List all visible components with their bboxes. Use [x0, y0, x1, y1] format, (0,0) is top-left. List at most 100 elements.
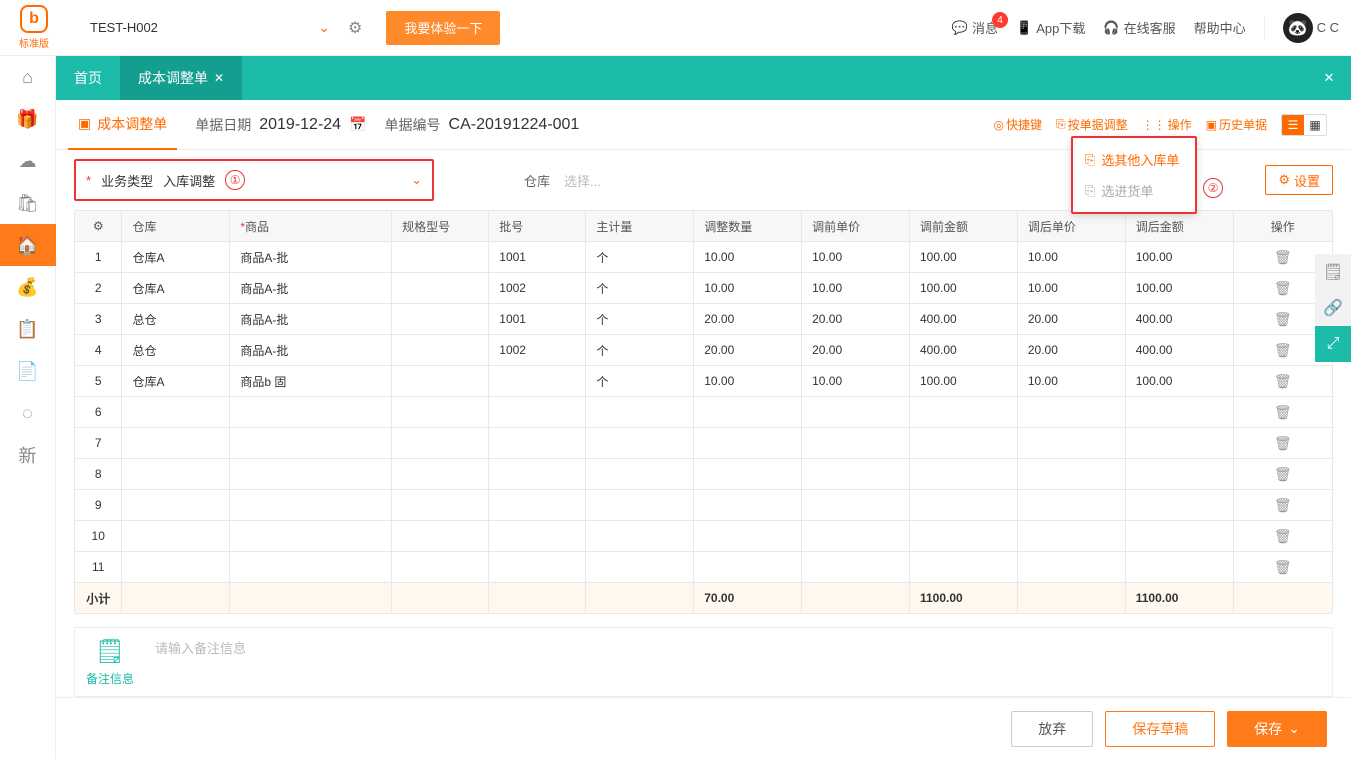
cell-product[interactable] — [230, 552, 392, 583]
cell-qty[interactable] — [694, 428, 802, 459]
nav-loading-icon[interactable]: ◌ — [0, 392, 56, 434]
delete-row-icon[interactable]: 🗑 — [1274, 249, 1292, 265]
business-type-field[interactable]: * 业务类型 入库调整 ① ⌄ — [74, 159, 434, 201]
cell-warehouse[interactable] — [122, 397, 230, 428]
cell-batch[interactable]: 1002 — [489, 335, 586, 366]
table-row[interactable]: 8🗑 — [75, 459, 1333, 490]
cell-price-before[interactable]: 20.00 — [802, 304, 910, 335]
nav-money-icon[interactable]: 💰 — [0, 266, 56, 308]
hdr-qty[interactable]: 调整数量 — [694, 211, 802, 242]
hdr-price-before[interactable]: 调前单价 — [802, 211, 910, 242]
cell-price-before[interactable] — [802, 490, 910, 521]
save-button[interactable]: 保存 ⌄ — [1227, 711, 1327, 747]
table-row[interactable]: 4总仓商品A-批1002个20.0020.00400.0020.00400.00… — [75, 335, 1333, 366]
remark-input[interactable] — [145, 628, 1332, 696]
logo[interactable]: b 标准版 — [12, 5, 56, 50]
cell-batch[interactable] — [489, 428, 586, 459]
cell-batch[interactable] — [489, 490, 586, 521]
cell-price-after[interactable]: 10.00 — [1017, 242, 1125, 273]
discard-button[interactable]: 放弃 — [1011, 711, 1093, 747]
cell-price-before[interactable] — [802, 521, 910, 552]
cell-warehouse[interactable] — [122, 521, 230, 552]
messages-link[interactable]: 💬 消息 4 — [952, 18, 998, 37]
cell-price-before[interactable]: 20.00 — [802, 335, 910, 366]
calendar-icon[interactable]: 📅 — [349, 116, 366, 133]
cell-amount-after[interactable] — [1125, 490, 1233, 521]
cell-unit[interactable] — [586, 552, 694, 583]
nav-cloud-icon[interactable]: ☁ — [0, 140, 56, 182]
hdr-price-after[interactable]: 调后单价 — [1017, 211, 1125, 242]
cell-amount-before[interactable]: 400.00 — [909, 304, 1017, 335]
cell-price-after[interactable] — [1017, 428, 1125, 459]
cell-price-before[interactable] — [802, 428, 910, 459]
cell-price-after[interactable] — [1017, 552, 1125, 583]
cell-batch[interactable] — [489, 459, 586, 490]
hdr-amount-after[interactable]: 调后金额 — [1125, 211, 1233, 242]
cell-amount-before[interactable] — [909, 521, 1017, 552]
cell-product[interactable]: 商品A-批 — [230, 304, 392, 335]
cell-qty[interactable]: 20.00 — [694, 335, 802, 366]
warehouse-field[interactable]: 仓库 选择... — [524, 171, 601, 190]
cell-batch[interactable]: 1001 — [489, 242, 586, 273]
cell-amount-after[interactable]: 400.00 — [1125, 304, 1233, 335]
cell-price-after[interactable] — [1017, 459, 1125, 490]
cell-warehouse[interactable]: 仓库A — [122, 273, 230, 304]
cell-qty[interactable]: 20.00 — [694, 304, 802, 335]
cell-qty[interactable] — [694, 397, 802, 428]
cell-qty[interactable] — [694, 521, 802, 552]
cell-spec[interactable] — [392, 552, 489, 583]
cell-amount-after[interactable] — [1125, 459, 1233, 490]
cell-qty[interactable] — [694, 552, 802, 583]
cell-product[interactable] — [230, 397, 392, 428]
cell-batch[interactable]: 1002 — [489, 273, 586, 304]
cell-price-after[interactable] — [1017, 490, 1125, 521]
cell-product[interactable]: 商品A-批 — [230, 273, 392, 304]
doc-title-tab[interactable]: ▣ 成本调整单 — [68, 100, 177, 150]
cell-unit[interactable]: 个 — [586, 335, 694, 366]
cell-price-before[interactable] — [802, 552, 910, 583]
view-toggle[interactable]: ☰ ▦ — [1281, 114, 1327, 136]
cell-product[interactable] — [230, 521, 392, 552]
cell-price-after[interactable]: 10.00 — [1017, 366, 1125, 397]
cell-unit[interactable] — [586, 397, 694, 428]
cell-spec[interactable] — [392, 273, 489, 304]
cell-spec[interactable] — [392, 459, 489, 490]
nav-report-icon[interactable]: 📋 — [0, 308, 56, 350]
delete-row-icon[interactable]: 🗑 — [1274, 435, 1292, 451]
org-selector[interactable]: TEST-H002 ⌄ — [80, 11, 340, 45]
cell-spec[interactable] — [392, 366, 489, 397]
cell-amount-after[interactable] — [1125, 428, 1233, 459]
operation-link[interactable]: ⋮⋮ 操作 — [1142, 116, 1192, 133]
cell-qty[interactable] — [694, 490, 802, 521]
cell-price-after[interactable] — [1017, 397, 1125, 428]
delete-row-icon[interactable]: 🗑 — [1274, 528, 1292, 544]
cell-unit[interactable]: 个 — [586, 366, 694, 397]
nav-warehouse-icon[interactable]: 🏠 — [0, 224, 56, 266]
cell-unit[interactable]: 个 — [586, 242, 694, 273]
cell-unit[interactable] — [586, 459, 694, 490]
cell-amount-after[interactable] — [1125, 552, 1233, 583]
hdr-batch[interactable]: 批号 — [489, 211, 586, 242]
nav-bag-icon[interactable]: 🛍 — [0, 182, 56, 224]
hdr-product[interactable]: *商品 — [230, 211, 392, 242]
cell-amount-before[interactable]: 400.00 — [909, 335, 1017, 366]
cell-product[interactable] — [230, 490, 392, 521]
cell-unit[interactable]: 个 — [586, 304, 694, 335]
date-value[interactable]: 2019-12-24 — [259, 116, 341, 134]
cell-amount-before[interactable] — [909, 552, 1017, 583]
history-link[interactable]: ▣ 历史单据 — [1206, 116, 1267, 133]
cell-amount-before[interactable]: 100.00 — [909, 242, 1017, 273]
delete-row-icon[interactable]: 🗑 — [1274, 342, 1292, 358]
try-button[interactable]: 我要体验一下 — [386, 11, 500, 45]
grid-view-icon[interactable]: ▦ — [1304, 115, 1326, 135]
cell-amount-before[interactable] — [909, 428, 1017, 459]
cell-amount-before[interactable] — [909, 459, 1017, 490]
cell-unit[interactable] — [586, 521, 694, 552]
cell-spec[interactable] — [392, 304, 489, 335]
cell-batch[interactable] — [489, 552, 586, 583]
delete-row-icon[interactable]: 🗑 — [1274, 373, 1292, 389]
cell-unit[interactable]: 个 — [586, 273, 694, 304]
cell-warehouse[interactable] — [122, 459, 230, 490]
delete-row-icon[interactable]: 🗑 — [1274, 559, 1292, 575]
cell-amount-after[interactable]: 400.00 — [1125, 335, 1233, 366]
